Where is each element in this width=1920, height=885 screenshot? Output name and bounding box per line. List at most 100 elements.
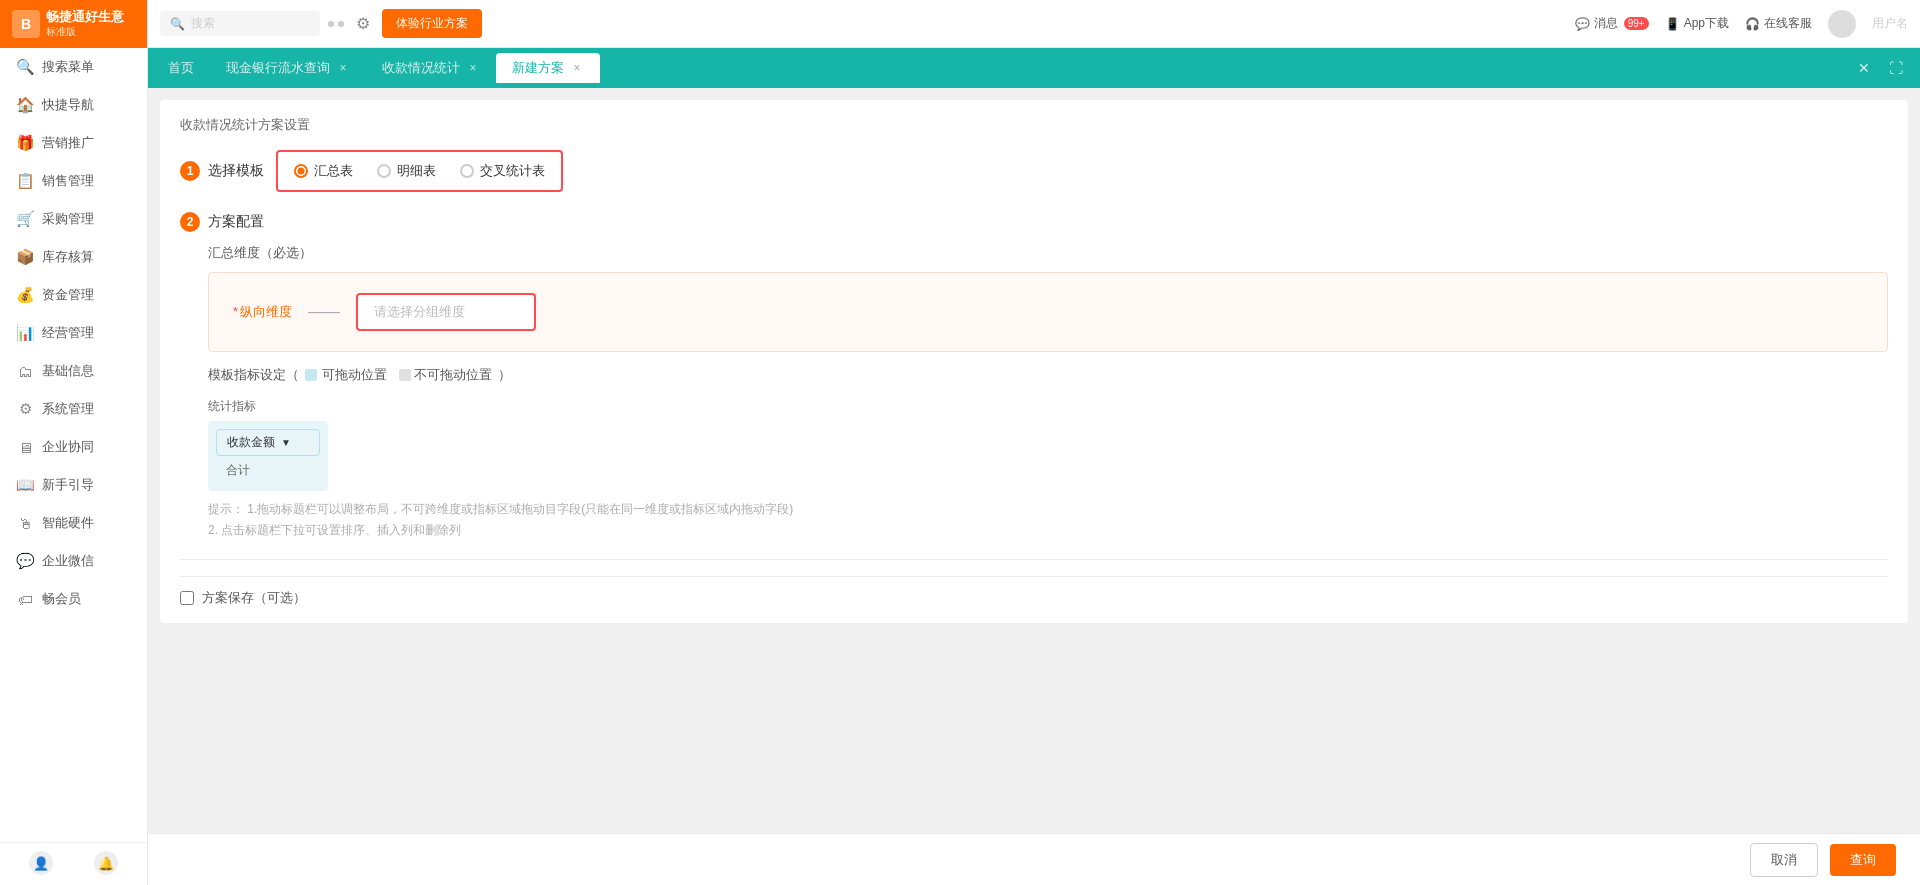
trial-button[interactable]: 体验行业方案	[382, 9, 482, 38]
sidebar-item-basic-info[interactable]: 🗂 基础信息	[0, 352, 147, 390]
topbar-right: 💬 消息 99+ 📱 App下载 🎧 在线客服 用户名	[1575, 10, 1908, 38]
tab-cash-flow-close[interactable]: ×	[336, 61, 350, 75]
tab-home[interactable]: 首页	[152, 53, 210, 83]
sidebar-item-collab[interactable]: 🖥 企业协同	[0, 428, 147, 466]
sidebar-item-management[interactable]: 📊 经营管理	[0, 314, 147, 352]
content-area: 收款情况统计方案设置 1 选择模板 汇总表	[148, 88, 1920, 833]
sidebar-item-search[interactable]: 🔍 搜索菜单	[0, 48, 147, 86]
tab-payment-stats[interactable]: 收款情况统计 ×	[366, 53, 496, 83]
user-avatar[interactable]	[1828, 10, 1856, 38]
radio-detail-circle	[377, 164, 391, 178]
sidebar-label-finance: 资金管理	[42, 286, 94, 304]
metric-chip-amount[interactable]: 收款金额 ▼	[216, 429, 320, 456]
step1-title: 选择模板	[208, 162, 264, 180]
sidebar-label-marketing: 营销推广	[42, 134, 94, 152]
content-panel: 收款情况统计方案设置 1 选择模板 汇总表	[160, 100, 1908, 623]
app-download-item[interactable]: 📱 App下载	[1665, 15, 1729, 32]
purchase-icon: 🛒	[16, 210, 34, 228]
vertical-dim-label: *纵向维度	[233, 303, 292, 321]
summary-dim-title: 汇总维度（必选）	[208, 244, 1888, 262]
sidebar-label-member: 畅会员	[42, 590, 81, 608]
radio-crosstab-circle	[460, 164, 474, 178]
legend-draggable-item: 可拖动位置	[305, 366, 387, 384]
settings-icon[interactable]: ⚙	[352, 10, 374, 37]
sidebar-bottom-icon-1: 👤	[29, 851, 53, 875]
tab-payment-stats-close[interactable]: ×	[466, 61, 480, 75]
tab-maximize-icon[interactable]: ⛶	[1884, 56, 1908, 80]
notification-icon: 💬	[1575, 17, 1590, 31]
radio-crosstab[interactable]: 交叉统计表	[460, 162, 545, 180]
metrics-box: 收款金额 ▼ 合计	[208, 421, 328, 491]
query-button[interactable]: 查询	[1830, 844, 1896, 876]
notification-item[interactable]: 💬 消息 99+	[1575, 15, 1649, 32]
metric-chip-sub: 合计	[216, 458, 320, 483]
sidebar-item-member[interactable]: 🏷 畅会员	[0, 580, 147, 618]
section-divider	[180, 559, 1888, 560]
tab-payment-stats-label: 收款情况统计	[382, 59, 460, 77]
notification-badge: 99+	[1624, 17, 1649, 30]
save-checkbox[interactable]	[180, 591, 194, 605]
action-footer: 取消 查询	[148, 833, 1920, 885]
sidebar-item-wechat[interactable]: 💬 企业微信	[0, 542, 147, 580]
sidebar-item-hardware[interactable]: 🖱 智能硬件	[0, 504, 147, 542]
sidebar-logo: B 畅捷通好生意 标准版	[0, 0, 147, 48]
sidebar-item-purchase[interactable]: 🛒 采购管理	[0, 200, 147, 238]
online-support-item[interactable]: 🎧 在线客服	[1745, 15, 1812, 32]
tip-1: 提示： 1.拖动标题栏可以调整布局，不可跨维度或指标区域拖动目字段(只能在同一维…	[208, 501, 1888, 518]
metrics-config-header: 模板指标设定（ 可拖动位置 不可拖动位置 ）	[208, 366, 1888, 384]
config-body: *纵向维度 —— 请选择分组维度	[208, 272, 1888, 352]
sidebar-item-home[interactable]: 🏠 快捷导航	[0, 86, 147, 124]
tip-2: 2. 点击标题栏下拉可设置排序、插入列和删除列	[208, 522, 1888, 539]
main-area: 🔍 搜索 ⚙ 体验行业方案 💬 消息 99+ 📱 App下载 🎧 在线客服	[148, 0, 1920, 885]
tab-minimize-icon[interactable]: ✕	[1852, 56, 1876, 80]
step1-number: 1	[180, 161, 200, 181]
required-mark: *	[233, 304, 238, 319]
dimension-arrow: ——	[308, 303, 340, 321]
step2-header: 2 方案配置	[180, 212, 1888, 232]
system-icon: ⚙	[16, 400, 34, 418]
basic-info-icon: 🗂	[16, 362, 34, 380]
template-selection: 汇总表 明细表 交叉统计表	[276, 150, 563, 192]
guide-icon: 📖	[16, 476, 34, 494]
radio-detail[interactable]: 明细表	[377, 162, 436, 180]
sidebar-label-inventory: 库存核算	[42, 248, 94, 266]
sidebar-item-finance[interactable]: 💰 资金管理	[0, 276, 147, 314]
sidebar-label-guide: 新手引导	[42, 476, 94, 494]
sidebar-item-inventory[interactable]: 📦 库存核算	[0, 238, 147, 276]
topbar-search-icon: 🔍	[170, 17, 185, 31]
topbar-search-box[interactable]: 🔍 搜索	[160, 11, 320, 36]
radio-summary[interactable]: 汇总表	[294, 162, 353, 180]
wechat-icon: 💬	[16, 552, 34, 570]
sidebar-label-basic-info: 基础信息	[42, 362, 94, 380]
sidebar-label-hardware: 智能硬件	[42, 514, 94, 532]
sidebar-bottom-item-2[interactable]: 🔔	[94, 851, 118, 877]
hardware-icon: 🖱	[16, 514, 34, 532]
sidebar-bottom-item-1[interactable]: 👤	[29, 851, 53, 877]
cancel-button[interactable]: 取消	[1750, 843, 1818, 877]
sidebar-label-search: 搜索菜单	[42, 58, 94, 76]
sidebar-item-system[interactable]: ⚙ 系统管理	[0, 390, 147, 428]
sidebar-item-marketing[interactable]: 🎁 营销推广	[0, 124, 147, 162]
logo-text-group: 畅捷通好生意 标准版	[46, 9, 124, 39]
tab-new-plan[interactable]: 新建方案 ×	[496, 53, 600, 83]
step2-section: 2 方案配置 汇总维度（必选） *纵向维度 —— 请选择分组维度	[180, 212, 1888, 539]
legend-fixed-item: 不可拖动位置	[399, 366, 492, 384]
tabbar: 首页 现金银行流水查询 × 收款情况统计 × 新建方案 × ✕ ⛶	[148, 48, 1920, 88]
step2-title: 方案配置	[208, 213, 264, 231]
step1-section: 1 选择模板 汇总表 明细表	[180, 150, 1888, 192]
radio-summary-label: 汇总表	[314, 162, 353, 180]
sidebar-item-sales[interactable]: 📋 销售管理	[0, 162, 147, 200]
metrics-config-label: 模板指标设定（	[208, 366, 299, 384]
username-label: 用户名	[1872, 15, 1908, 32]
notification-label: 消息	[1594, 15, 1618, 32]
tab-new-plan-close[interactable]: ×	[570, 61, 584, 75]
tips-section: 提示： 1.拖动标题栏可以调整布局，不可跨维度或指标区域拖动目字段(只能在同一维…	[208, 501, 1888, 539]
radio-detail-label: 明细表	[397, 162, 436, 180]
tab-cash-flow[interactable]: 现金银行流水查询 ×	[210, 53, 366, 83]
sidebar-bottom-icon-2: 🔔	[94, 851, 118, 875]
groupby-selector[interactable]: 请选择分组维度	[356, 293, 536, 331]
footer-save: 方案保存（可选）	[180, 576, 1888, 607]
sidebar-bottom: 👤 🔔	[0, 842, 147, 885]
topbar-search-placeholder: 搜索	[191, 15, 215, 32]
sidebar-item-guide[interactable]: 📖 新手引导	[0, 466, 147, 504]
